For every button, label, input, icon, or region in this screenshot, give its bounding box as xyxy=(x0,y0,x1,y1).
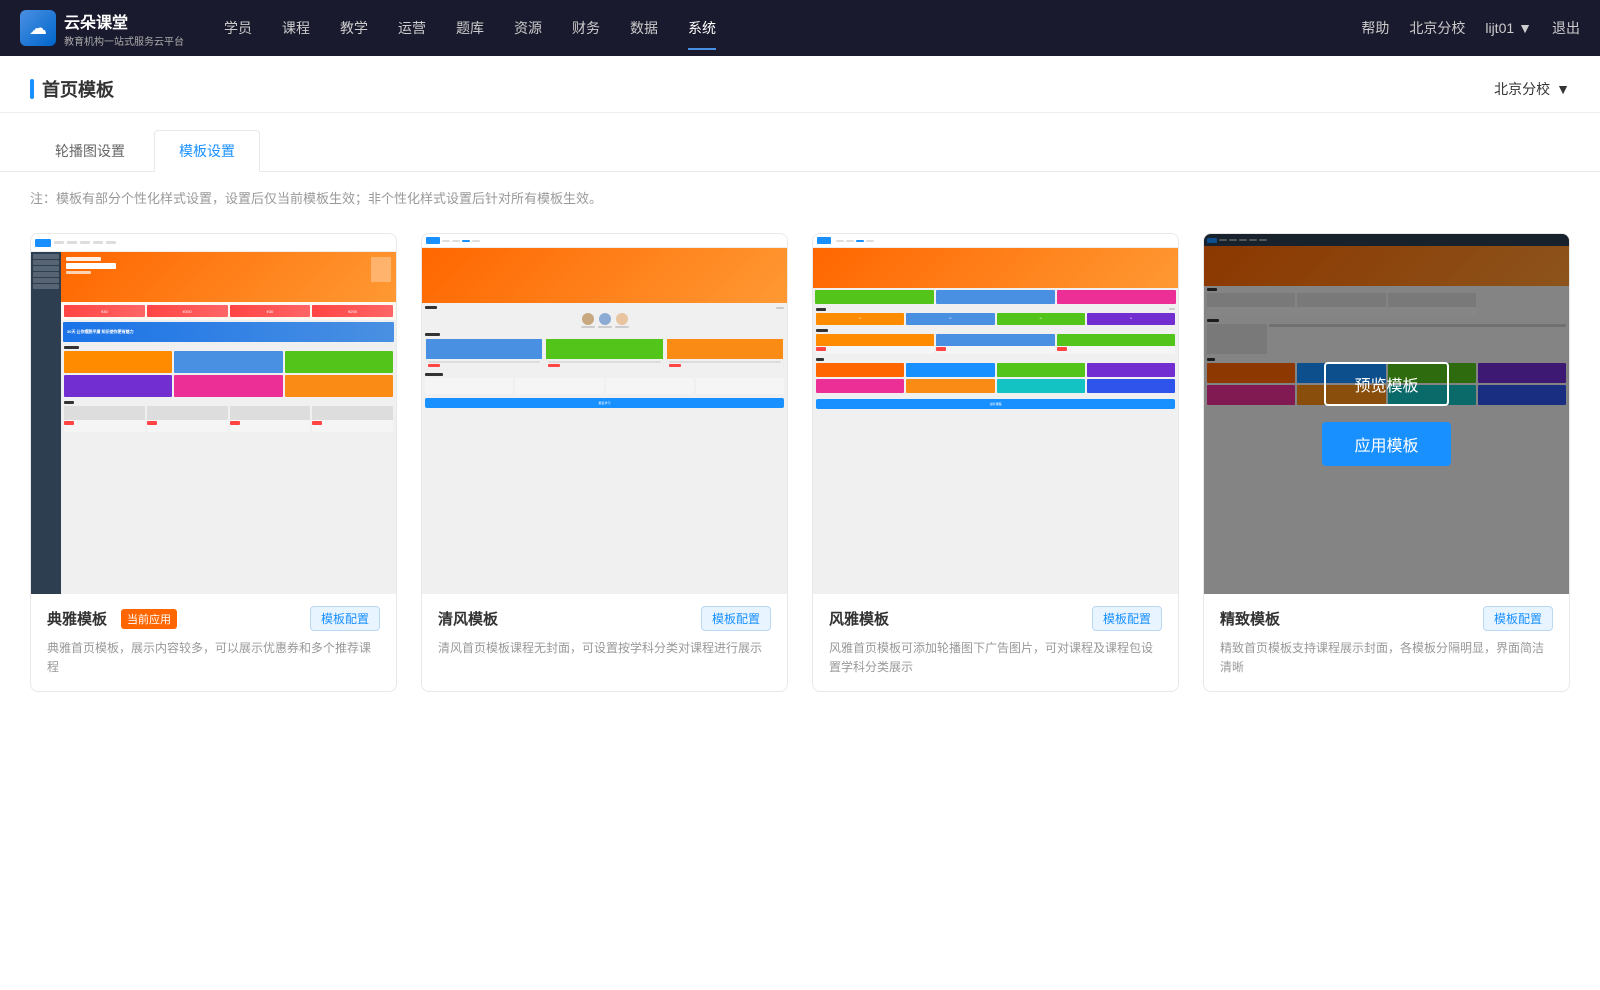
username: lijt01 xyxy=(1485,20,1514,36)
nav-item-teaching[interactable]: 教学 xyxy=(340,14,368,42)
template-preview-3: ¥0 ¥0 ¥0 ¥0 xyxy=(813,234,1178,594)
template-desc-2: 清风首页模板课程无封面，可设置按学科分类对课程进行展示 xyxy=(438,639,771,658)
config-button-3[interactable]: 模板配置 xyxy=(1092,606,1162,631)
template-mock-3: ¥0 ¥0 ¥0 ¥0 xyxy=(813,234,1178,594)
user-dropdown[interactable]: lijt01 ▼ xyxy=(1485,20,1532,36)
template-footer-3: 风雅模板 模板配置 风雅首页模板可添加轮播图下广告图片，可对课程及课程包设置学科… xyxy=(813,594,1178,691)
templates-grid: ¥30 ¥200 ¥30 ¥200 xyxy=(0,223,1600,732)
template-overlay-4: 预览模板 应用模板 xyxy=(1204,234,1569,594)
template-footer-1: 典雅模板 当前应用 模板配置 典雅首页模板，展示内容较多，可以展示优惠券和多个推… xyxy=(31,594,396,691)
school-selector[interactable]: 北京分校 ▼ xyxy=(1494,79,1570,99)
template-card-1: ¥30 ¥200 ¥30 ¥200 xyxy=(30,233,397,692)
preview-button-4[interactable]: 预览模板 xyxy=(1324,362,1448,406)
template-card-4: 预览模板 应用模板 xyxy=(1203,233,1570,692)
template-name-row-1: 典雅模板 当前应用 模板配置 xyxy=(47,606,380,631)
note-text: 注：模板有部分个性化样式设置，设置后仅当前模板生效；非个性化样式设置后针对所有模… xyxy=(30,191,602,206)
template-preview-1: ¥30 ¥200 ¥30 ¥200 xyxy=(31,234,396,594)
template-card-2: 报名学习 清风模板 模板配置 清风首页模板课程无封面，可设置按学科分类对课程进行… xyxy=(421,233,788,692)
config-button-2[interactable]: 模板配置 xyxy=(701,606,771,631)
template-name-4: 精致模板 xyxy=(1220,608,1280,629)
template-name-row-4: 精致模板 模板配置 xyxy=(1220,606,1553,631)
template-footer-4: 精致模板 模板配置 精致首页模板支持课程展示封面，各模板分隔明显，界面简洁清晰 xyxy=(1204,594,1569,691)
nav-item-finance[interactable]: 财务 xyxy=(572,14,600,42)
template-name-2: 清风模板 xyxy=(438,608,498,629)
template-preview-2: 报名学习 xyxy=(422,234,787,594)
template-desc-4: 精致首页模板支持课程展示封面，各模板分隔明显，界面简洁清晰 xyxy=(1220,639,1553,677)
template-desc-1: 典雅首页模板，展示内容较多，可以展示优惠券和多个推荐课程 xyxy=(47,639,380,677)
main-nav: 学员 课程 教学 运营 题库 资源 财务 数据 系统 xyxy=(224,14,1361,42)
logo[interactable]: ☁ 云朵课堂 教育机构一站式服务云平台 xyxy=(20,9,184,48)
apply-button-4[interactable]: 应用模板 xyxy=(1322,422,1450,466)
school-name[interactable]: 北京分校 xyxy=(1409,18,1465,38)
template-name-3: 风雅模板 xyxy=(829,608,889,629)
page-header: 首页模板 北京分校 ▼ xyxy=(0,56,1600,113)
template-name-group-1: 典雅模板 当前应用 xyxy=(47,608,177,629)
navbar-right: 帮助 北京分校 lijt01 ▼ 退出 xyxy=(1361,18,1580,38)
template-footer-2: 清风模板 模板配置 清风首页模板课程无封面，可设置按学科分类对课程进行展示 xyxy=(422,594,787,672)
config-button-4[interactable]: 模板配置 xyxy=(1483,606,1553,631)
nav-item-data[interactable]: 数据 xyxy=(630,14,658,42)
nav-item-resources[interactable]: 资源 xyxy=(514,14,542,42)
note-bar: 注：模板有部分个性化样式设置，设置后仅当前模板生效；非个性化样式设置后针对所有模… xyxy=(0,172,1600,223)
tabs-container: 轮播图设置 模板设置 xyxy=(0,113,1600,172)
nav-item-students[interactable]: 学员 xyxy=(224,14,252,42)
navbar: ☁ 云朵课堂 教育机构一站式服务云平台 学员 课程 教学 运营 题库 资源 财务… xyxy=(0,0,1600,56)
nav-item-system[interactable]: 系统 xyxy=(688,14,716,42)
template-name-row-2: 清风模板 模板配置 xyxy=(438,606,771,631)
tab-carousel[interactable]: 轮播图设置 xyxy=(30,130,150,172)
logo-icon: ☁ xyxy=(20,10,56,46)
page-title: 首页模板 xyxy=(30,76,114,102)
template-name-1: 典雅模板 xyxy=(47,608,107,629)
page-container: 首页模板 北京分校 ▼ 轮播图设置 模板设置 注：模板有部分个性化样式设置，设置… xyxy=(0,56,1600,990)
logo-text: 云朵课堂 教育机构一站式服务云平台 xyxy=(64,9,184,48)
template-mock-2: 报名学习 xyxy=(422,234,787,594)
school-selector-label: 北京分校 xyxy=(1494,79,1550,99)
template-mock-1: ¥30 ¥200 ¥30 ¥200 xyxy=(31,234,396,594)
template-name-row-3: 风雅模板 模板配置 xyxy=(829,606,1162,631)
logo-sub: 教育机构一站式服务云平台 xyxy=(64,33,184,48)
nav-item-courses[interactable]: 课程 xyxy=(282,14,310,42)
chevron-down-icon: ▼ xyxy=(1556,81,1570,97)
tab-template[interactable]: 模板设置 xyxy=(154,130,260,172)
template-card-3: ¥0 ¥0 ¥0 ¥0 xyxy=(812,233,1179,692)
config-button-1[interactable]: 模板配置 xyxy=(310,606,380,631)
help-link[interactable]: 帮助 xyxy=(1361,18,1389,38)
template-preview-4: 预览模板 应用模板 xyxy=(1204,234,1569,594)
template-desc-3: 风雅首页模板可添加轮播图下广告图片，可对课程及课程包设置学科分类展示 xyxy=(829,639,1162,677)
logo-main: 云朵课堂 xyxy=(64,9,184,33)
chevron-down-icon: ▼ xyxy=(1518,20,1532,36)
logout-link[interactable]: 退出 xyxy=(1552,18,1580,38)
nav-item-operations[interactable]: 运营 xyxy=(398,14,426,42)
current-badge-1: 当前应用 xyxy=(121,609,177,629)
nav-item-questionbank[interactable]: 题库 xyxy=(456,14,484,42)
